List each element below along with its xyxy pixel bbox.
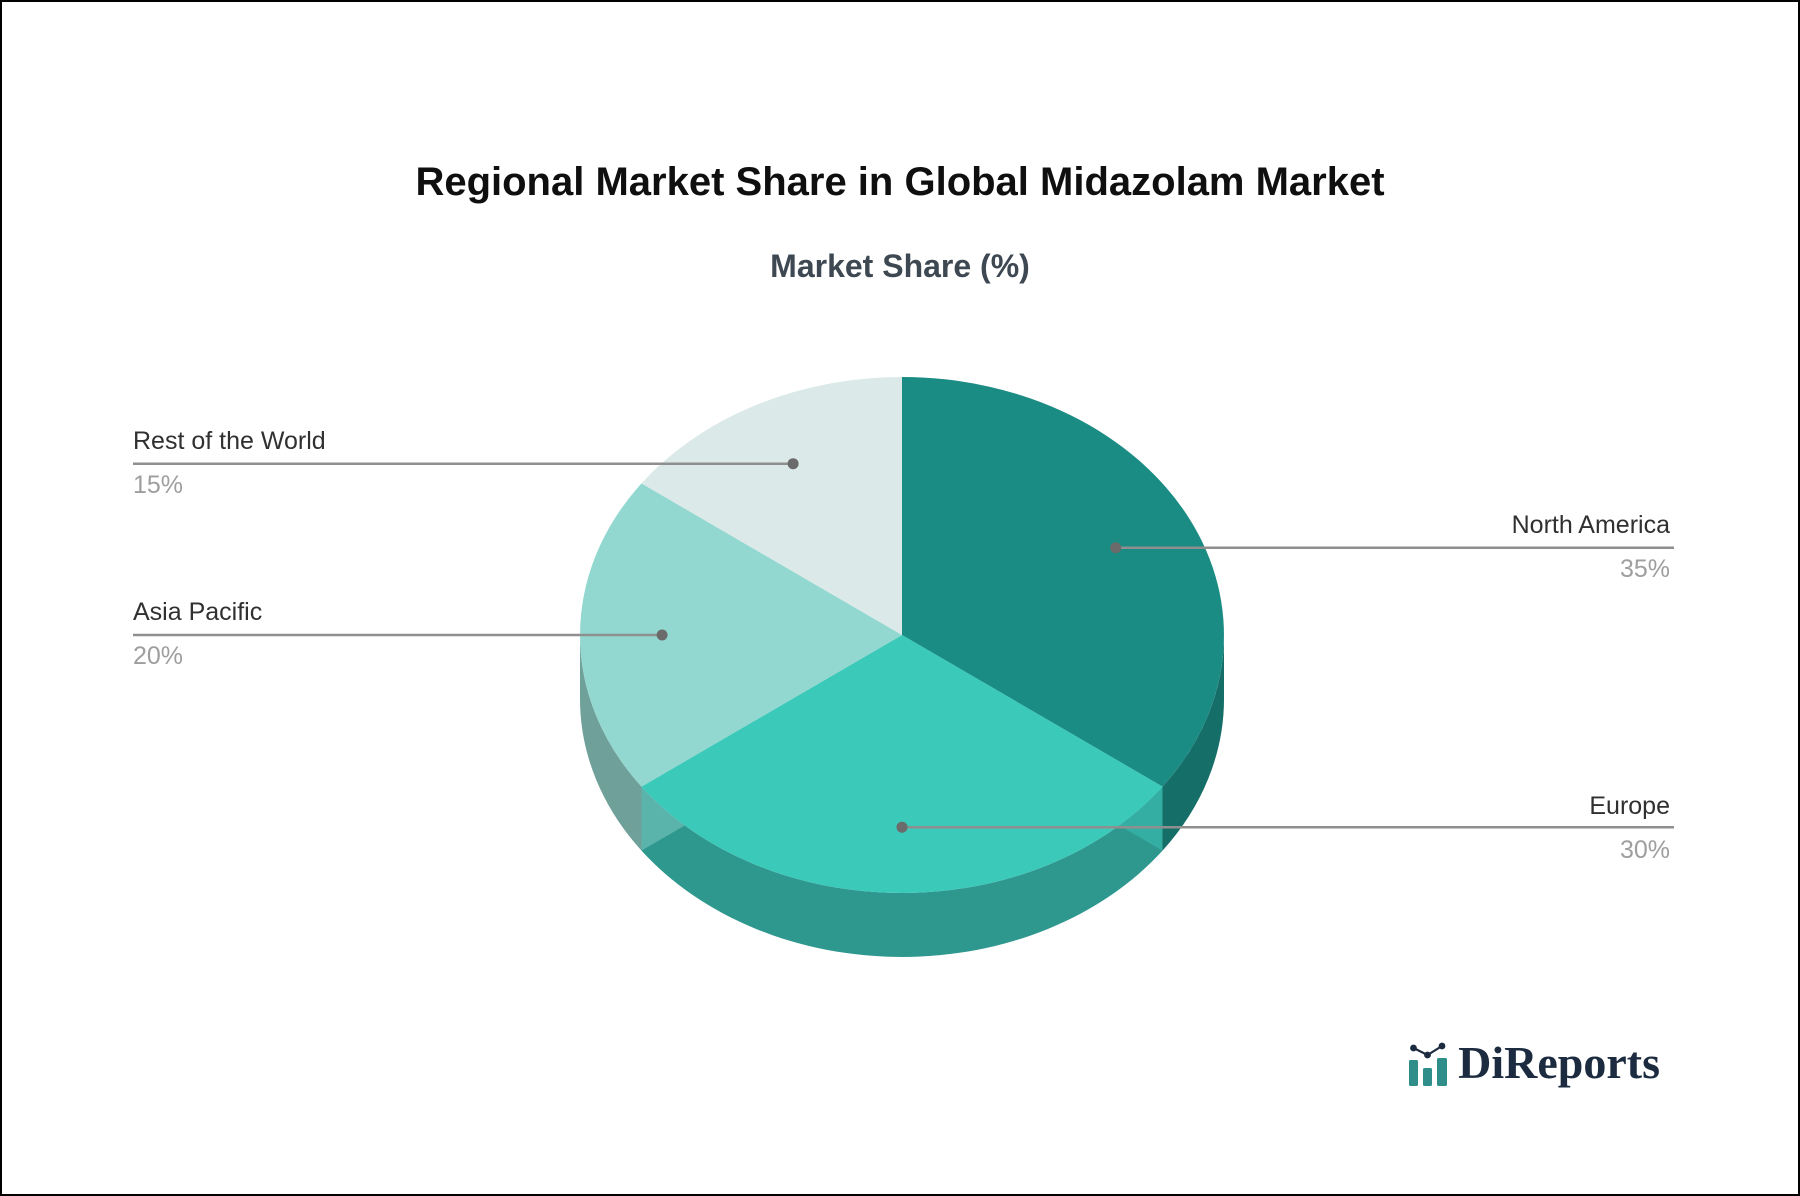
slice-value-rest-of-the-world: 15% — [133, 471, 184, 499]
pie-chart — [2, 2, 1798, 1194]
leader-dot-north-america — [1110, 542, 1122, 554]
leader-dot-rest-of-the-world — [787, 458, 799, 470]
slice-label-north-america: North America — [1511, 511, 1670, 539]
direports-logo-icon — [1409, 1042, 1448, 1086]
slice-value-asia-pacific: 20% — [133, 642, 184, 670]
direports-logo-text: DiReports — [1458, 1037, 1660, 1088]
direports-logo: DiReports — [1409, 1038, 1660, 1088]
slice-label-europe: Europe — [1589, 792, 1670, 820]
chart-canvas: Regional Market Share in Global Midazola… — [0, 0, 1800, 1196]
slice-value-europe: 30% — [1619, 836, 1670, 864]
slice-label-rest-of-the-world: Rest of the World — [133, 427, 326, 455]
leader-dot-europe — [896, 821, 908, 833]
slice-label-asia-pacific: Asia Pacific — [133, 598, 263, 626]
leader-dot-asia-pacific — [656, 629, 668, 641]
slice-value-north-america: 35% — [1619, 555, 1670, 583]
